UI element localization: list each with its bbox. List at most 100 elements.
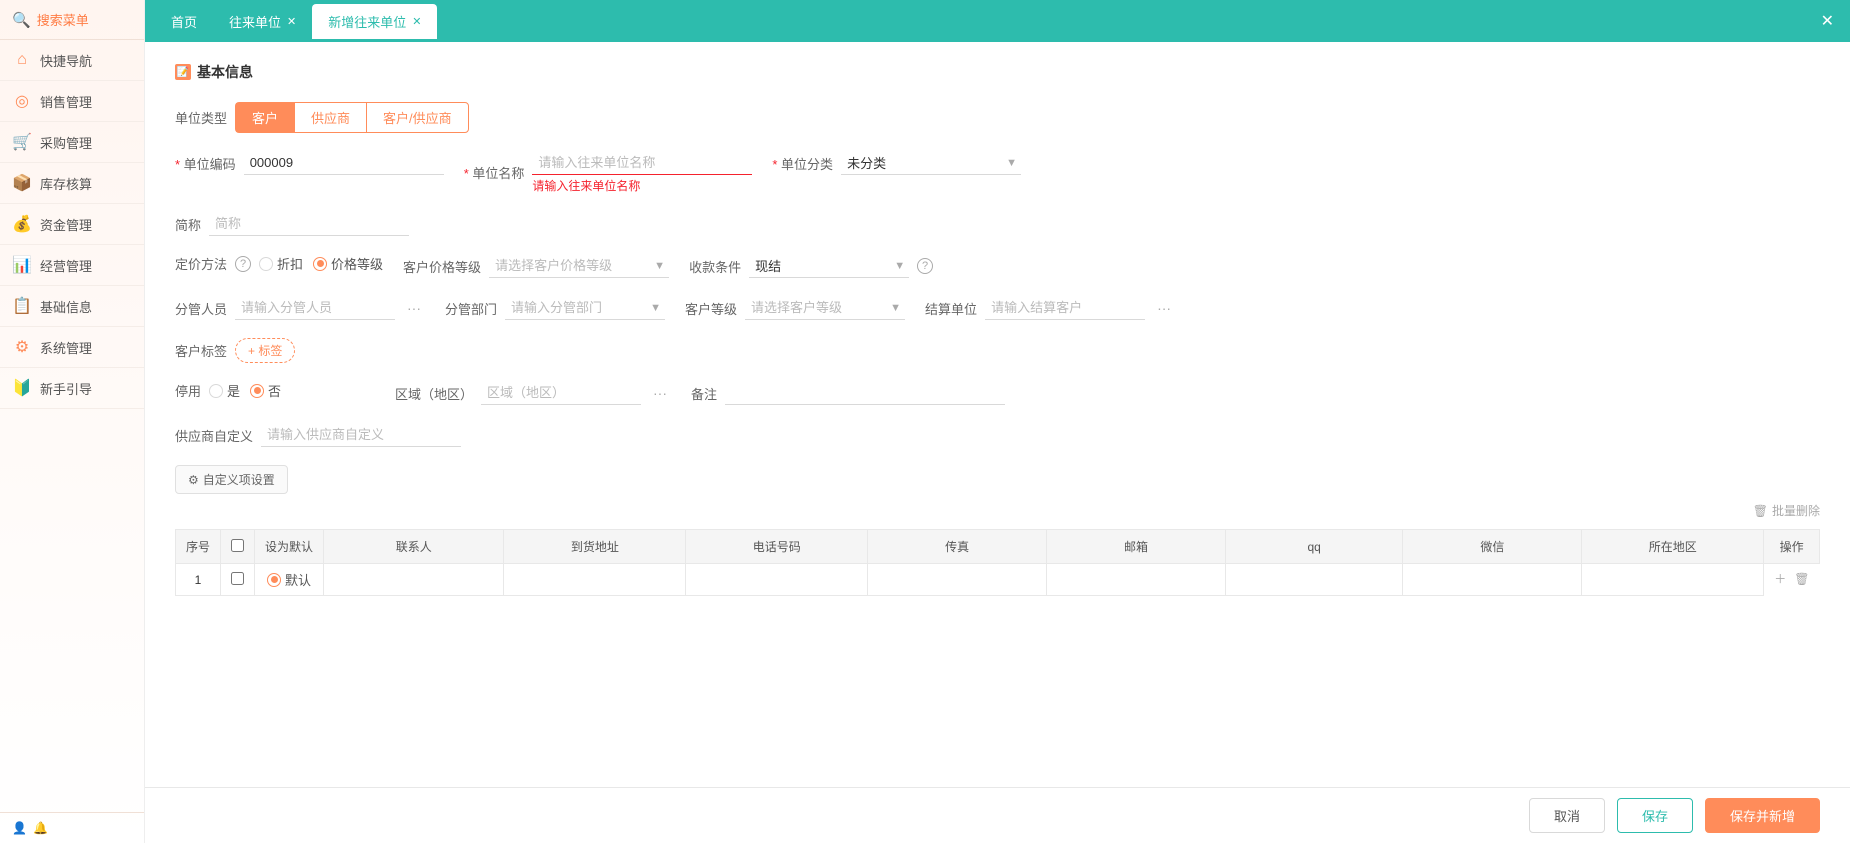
row-seq: 1 <box>176 564 221 596</box>
section-header: 📝 基本信息 <box>175 62 1820 82</box>
disabled-radio-group: 是 否 <box>209 381 281 400</box>
pricing-level-option[interactable]: 价格等级 <box>313 254 383 273</box>
search-menu-item[interactable]: 🔍 搜索菜单 <box>0 0 144 40</box>
row-phone[interactable] <box>686 564 868 596</box>
cancel-button[interactable]: 取消 <box>1529 798 1605 833</box>
customer-price-level-select-wrap: ▼ <box>489 254 669 278</box>
default-radio-label[interactable]: 默认 <box>265 570 313 589</box>
disabled-yes-radio[interactable] <box>209 384 223 398</box>
row-contact[interactable] <box>324 564 504 596</box>
contact-input[interactable] <box>334 572 493 587</box>
save-add-button[interactable]: 保存并新增 <box>1705 798 1820 833</box>
row-ops: ＋ 🗑 <box>1764 564 1819 593</box>
customer-level-group: 客户等级 ▼ <box>685 296 905 320</box>
sidebar-item-quick-nav[interactable]: ⌂ 快捷导航 <box>0 40 144 81</box>
select-all-checkbox[interactable] <box>231 539 244 552</box>
add-row-icon[interactable]: ＋ <box>1774 570 1786 587</box>
remark-input[interactable] <box>725 381 1005 405</box>
tab-contacts[interactable]: 往来单位 ✕ <box>213 4 312 39</box>
save-button[interactable]: 保存 <box>1617 798 1693 833</box>
btn-both[interactable]: 客户/供应商 <box>366 102 469 133</box>
supplier-custom-input[interactable] <box>261 423 461 447</box>
close-window-icon[interactable]: ✕ <box>1815 11 1840 31</box>
department-select[interactable] <box>505 296 665 320</box>
col-address: 到货地址 <box>504 530 686 564</box>
settlement-unit-more-icon[interactable]: ··· <box>1153 300 1175 316</box>
row-region-input[interactable] <box>1592 572 1753 587</box>
unit-type-buttons: 客户 供应商 客户/供应商 <box>235 102 469 133</box>
unit-name-input[interactable] <box>532 151 752 175</box>
wechat-input[interactable] <box>1413 572 1571 587</box>
sidebar-item-sales[interactable]: ◎ 销售管理 <box>0 81 144 122</box>
pricing-discount-option[interactable]: 折扣 <box>259 254 303 273</box>
row-wechat[interactable] <box>1403 564 1582 596</box>
region-input[interactable] <box>481 381 641 405</box>
sidebar-item-operations[interactable]: 📊 经营管理 <box>0 245 144 286</box>
manager-input[interactable] <box>235 296 395 320</box>
row-select-checkbox[interactable] <box>231 572 244 585</box>
disabled-yes-option[interactable]: 是 <box>209 381 240 400</box>
row-email[interactable] <box>1047 564 1226 596</box>
delete-row-icon[interactable]: 🗑 <box>1794 572 1809 586</box>
unit-category-select-wrap: ▼ <box>841 151 1021 175</box>
disabled-no-option[interactable]: 否 <box>250 381 281 400</box>
qq-input[interactable] <box>1236 572 1393 587</box>
row-fax[interactable] <box>868 564 1047 596</box>
row-qq[interactable] <box>1225 564 1403 596</box>
row-address[interactable] <box>504 564 686 596</box>
add-tag-button[interactable]: + 标签 <box>235 338 295 363</box>
default-radio[interactable] <box>267 573 281 587</box>
payment-terms-group: 收款条件 ▼ ? <box>689 254 933 278</box>
settlement-unit-input[interactable] <box>985 296 1145 320</box>
sidebar-item-system[interactable]: ⚙ 系统管理 <box>0 327 144 368</box>
supplier-custom-row: 供应商自定义 <box>175 423 1820 447</box>
region-more-icon[interactable]: ··· <box>649 385 671 401</box>
customer-level-select[interactable] <box>745 296 905 320</box>
customer-price-level-select[interactable] <box>489 254 669 278</box>
sidebar-item-inventory[interactable]: 📦 库存核算 <box>0 163 144 204</box>
custom-settings-button[interactable]: ⚙ 自定义项设置 <box>175 465 288 494</box>
remark-label: 备注 <box>691 384 717 403</box>
payment-terms-select[interactable] <box>749 254 909 278</box>
pricing-method-group: 定价方法 ? 折扣 价格等级 <box>175 254 383 273</box>
tab-home[interactable]: 首页 <box>155 4 213 39</box>
disabled-no-radio[interactable] <box>250 384 264 398</box>
pricing-discount-radio[interactable] <box>259 257 273 271</box>
btn-supplier[interactable]: 供应商 <box>294 102 366 133</box>
row-checkbox[interactable] <box>221 564 255 596</box>
sidebar-item-guide[interactable]: 🔰 新手引导 <box>0 368 144 409</box>
contacts-table: 序号 设为默认 联系人 到货地址 电话号码 传真 邮箱 qq 微信 所在地区 操… <box>175 529 1820 596</box>
col-checkbox-all[interactable] <box>221 530 255 564</box>
purchase-icon: 🛒 <box>12 132 32 152</box>
row-region[interactable] <box>1582 564 1764 596</box>
customer-tag-row: 客户标签 + 标签 <box>175 338 1820 363</box>
col-default: 设为默认 <box>255 530 324 564</box>
unit-category-select[interactable] <box>841 151 1021 175</box>
sidebar-item-finance[interactable]: 💰 资金管理 <box>0 204 144 245</box>
customer-tag-group: 客户标签 + 标签 <box>175 338 375 363</box>
short-name-label: 简称 <box>175 215 201 234</box>
close-new-contact-tab-icon[interactable]: ✕ <box>412 15 421 28</box>
pricing-help-icon[interactable]: ? <box>235 256 251 272</box>
pricing-radio-group: 折扣 价格等级 <box>259 254 383 273</box>
manager-more-icon[interactable]: ··· <box>403 300 425 316</box>
payment-terms-help-icon[interactable]: ? <box>917 258 933 274</box>
disabled-label: 停用 <box>175 381 201 400</box>
sidebar-item-purchase[interactable]: 🛒 采购管理 <box>0 122 144 163</box>
unit-code-input[interactable] <box>244 151 444 175</box>
btn-customer[interactable]: 客户 <box>235 102 294 133</box>
pricing-level-radio[interactable] <box>313 257 327 271</box>
short-name-input[interactable] <box>209 212 409 236</box>
batch-delete-label[interactable]: 批量删除 <box>1772 502 1820 519</box>
row-default[interactable]: 默认 <box>255 564 324 596</box>
fax-input[interactable] <box>878 572 1036 587</box>
phone-input[interactable] <box>696 572 857 587</box>
sidebar-item-basic-info[interactable]: 📋 基础信息 <box>0 286 144 327</box>
email-input[interactable] <box>1057 572 1215 587</box>
short-name-row: 简称 <box>175 212 1820 236</box>
close-contacts-tab-icon[interactable]: ✕ <box>287 15 296 28</box>
basic-info-icon: 📋 <box>12 296 32 316</box>
tab-new-contact[interactable]: 新增往来单位 ✕ <box>312 4 437 39</box>
col-phone: 电话号码 <box>686 530 868 564</box>
address-input[interactable] <box>514 572 675 587</box>
